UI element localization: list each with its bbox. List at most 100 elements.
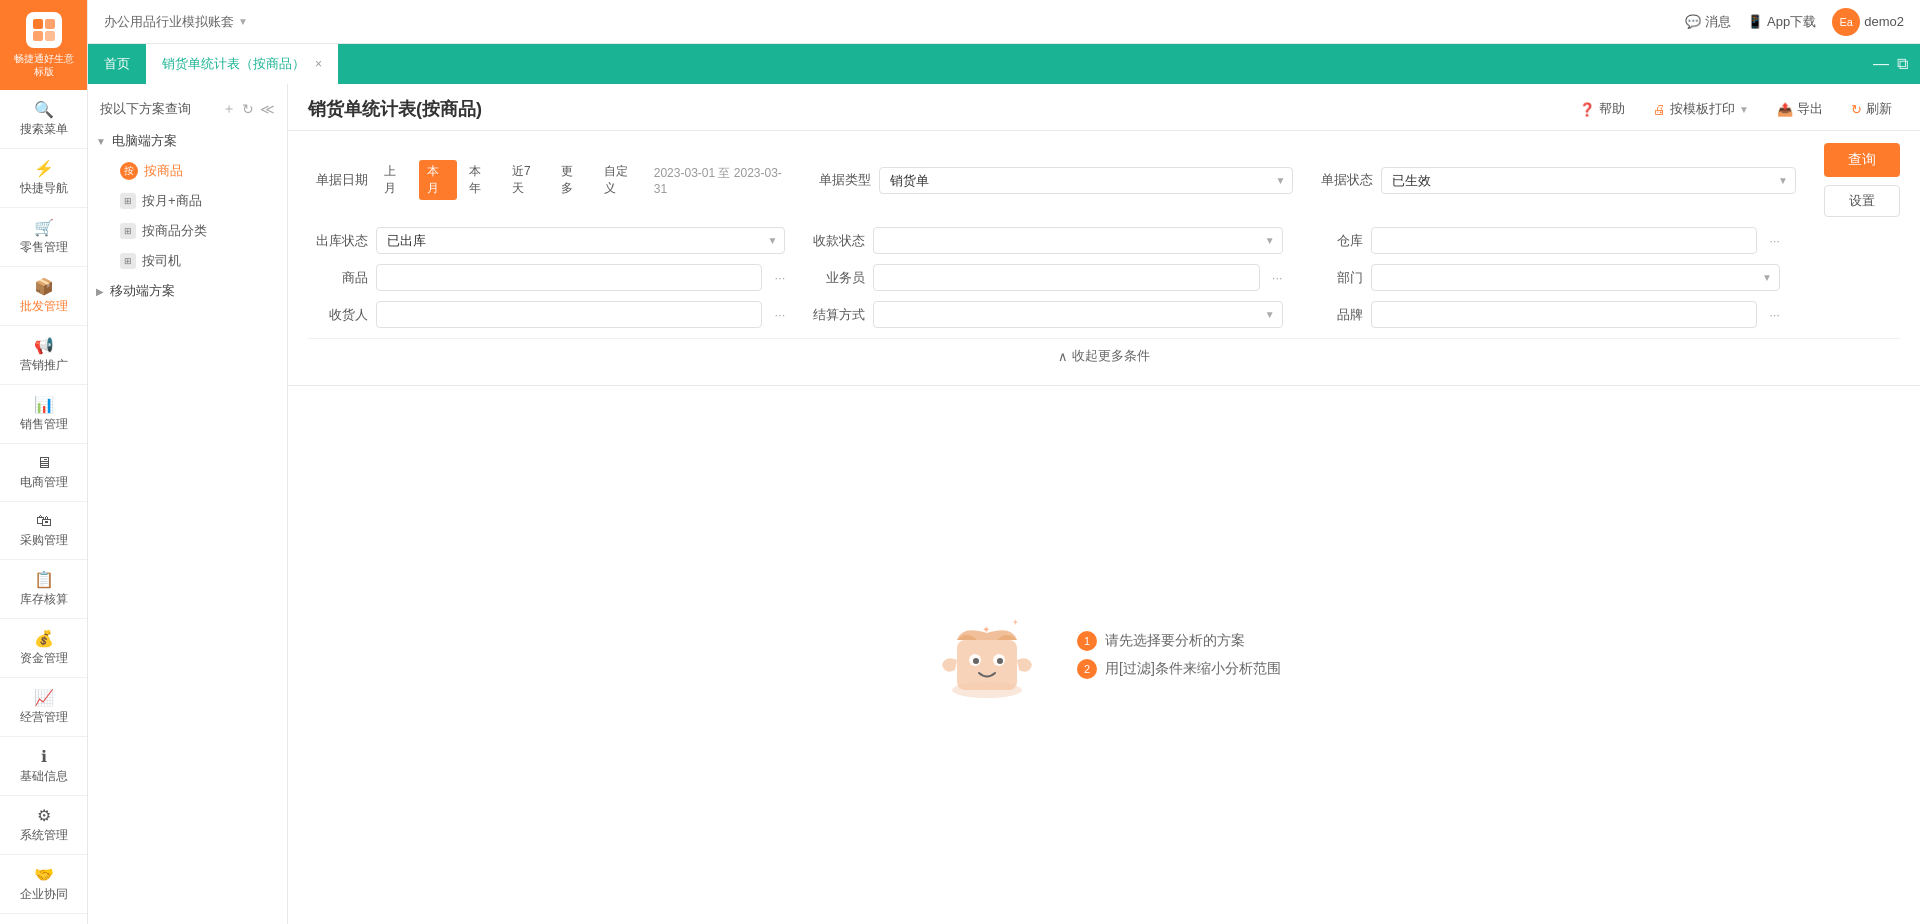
main-area: 办公用品行业模拟账套 ▼ 💬 消息 📱 App下载 Ea demo2 首页 [88,0,1920,924]
stock-dots[interactable]: ··· [1769,233,1780,248]
tree-item-pc[interactable]: ▼ 电脑端方案 [88,126,287,156]
sidebar-item-ecommerce[interactable]: 🖥 电商管理 [0,444,87,502]
sidebar-item-system[interactable]: ⚙ 系统管理 [0,796,87,855]
sidebar-item-wholesale[interactable]: 📦 批发管理 [0,267,87,326]
user-menu[interactable]: Ea demo2 [1832,8,1904,36]
receiver-dots[interactable]: ··· [774,307,785,322]
filter-settlement-cell: 结算方式 ▼ [805,301,1302,328]
sidebar-item-finance[interactable]: 💰 资金管理 [0,619,87,678]
sidebar-item-collab[interactable]: 🤝 企业协同 [0,855,87,914]
sales-icon: 📊 [34,395,54,414]
sidebar-item-search[interactable]: 🔍 搜索菜单 [0,90,87,149]
right-content: 销货单统计表(按商品) ❓ 帮助 🖨 按模板打印 ▼ 📤 导出 [288,84,1920,924]
warehouse-label: 出库状态 [308,232,368,250]
page-title-bar: 销货单统计表(按商品) ❓ 帮助 🖨 按模板打印 ▼ 📤 导出 [288,84,1920,131]
purchase-icon: 🛍 [36,512,52,530]
date-tab-7days[interactable]: 近7天 [504,160,549,200]
refresh-icon: ↻ [1851,102,1862,117]
receiver-label: 收货人 [308,306,368,324]
empty-tips: 1 请先选择要分析的方案 2 用[过滤]条件来缩小分析范围 [1077,631,1281,679]
refresh-scheme-icon[interactable]: ↻ [242,101,254,117]
settlement-select[interactable] [873,301,1282,328]
sidebar-item-finance-label: 资金管理 [20,650,68,667]
payment-label: 收款状态 [805,232,865,250]
template-print-btn[interactable]: 🖨 按模板打印 ▼ [1645,96,1757,122]
app-download-btn[interactable]: 📱 App下载 [1747,13,1816,31]
dept-select[interactable] [1371,264,1780,291]
goods-dots[interactable]: ··· [774,270,785,285]
svg-point-8 [973,658,979,664]
doctype-select[interactable]: 销货单 [879,167,1294,194]
tab-minimize-icon[interactable]: — [1873,55,1889,73]
add-scheme-icon[interactable]: ＋ [222,100,236,118]
collapse-scheme-icon[interactable]: ≪ [260,101,275,117]
empty-tip-2: 2 用[过滤]条件来缩小分析范围 [1077,659,1281,679]
svg-rect-1 [45,19,55,29]
page-actions: ❓ 帮助 🖨 按模板打印 ▼ 📤 导出 ↻ 刷新 [1571,96,1900,122]
staff-input[interactable] [873,264,1259,291]
warehouse-select[interactable]: 已出库 [376,227,785,254]
stock-input[interactable] [1371,227,1757,254]
help-btn[interactable]: ❓ 帮助 [1571,96,1633,122]
tab-sales-stats[interactable]: 销货单统计表（按商品） × [146,44,338,84]
help-icon: ❓ [1579,102,1595,117]
sidebar-item-ecommerce-label: 电商管理 [20,474,68,491]
sidebar-item-inventory[interactable]: 📋 库存核算 [0,560,87,619]
filter-stock-cell: 仓库 ··· [1303,227,1800,254]
sidebar-item-quick-nav[interactable]: ⚡ 快捷导航 [0,149,87,208]
export-icon: 📤 [1777,102,1793,117]
docstatus-label: 单据状态 [1313,171,1373,189]
date-tab-more[interactable]: 更多 [553,160,592,200]
refresh-btn[interactable]: ↻ 刷新 [1843,96,1900,122]
sidebar-item-basic[interactable]: ℹ 基础信息 [0,737,87,796]
sidebar-item-retail[interactable]: 🛒 零售管理 [0,208,87,267]
brand-dots[interactable]: ··· [1769,307,1780,322]
topbar-right: 💬 消息 📱 App下载 Ea demo2 [1685,8,1904,36]
date-tab-last-month[interactable]: 上月 [376,160,415,200]
tab-maximize-icon[interactable]: ⧉ [1897,55,1908,73]
tab-close-icon[interactable]: × [315,57,322,71]
message-btn[interactable]: 💬 消息 [1685,13,1731,31]
collab-icon: 🤝 [34,865,54,884]
page-title: 销货单统计表(按商品) [308,97,482,121]
tab-home[interactable]: 首页 [88,44,146,84]
filter-staff-cell: 业务员 ··· [805,264,1302,291]
sidebar-item-purchase-label: 采购管理 [20,532,68,549]
staff-dots[interactable]: ··· [1272,270,1283,285]
wholesale-icon: 📦 [34,277,54,296]
date-control: 上月 本月 本年 近7天 更多 自定义 2023-03-01 至 2023-03… [376,160,791,200]
docstatus-select[interactable]: 已生效 [1381,167,1796,194]
brand-input[interactable] [1371,301,1757,328]
receiver-input[interactable] [376,301,762,328]
date-tab-custom[interactable]: 自定义 [596,160,646,200]
tree-item-category[interactable]: ⊞ 按商品分类 [88,216,287,246]
left-panel-header: 按以下方案查询 ＋ ↻ ≪ [88,92,287,126]
sidebar-item-marketing[interactable]: 📢 营销推广 [0,326,87,385]
setting-button[interactable]: 设置 [1824,185,1900,217]
industry-selector[interactable]: 办公用品行业模拟账套 ▼ [104,13,248,31]
query-button[interactable]: 查询 [1824,143,1900,177]
filter-row-3: 商品 ··· 业务员 ··· 部门 [308,264,1900,291]
tree-item-mobile[interactable]: ▶ 移动端方案 [88,276,287,306]
goods-input[interactable] [376,264,762,291]
tree-item-by-goods[interactable]: 按 按商品 [88,156,287,186]
date-tab-this-month[interactable]: 本月 [419,160,458,200]
sidebar-item-purchase[interactable]: 🛍 采购管理 [0,502,87,560]
sidebar-logo[interactable]: 畅捷通好生意 标版 [0,0,87,90]
tree-item-month-goods[interactable]: ⊞ 按月+商品 [88,186,287,216]
warehouse-select-wrapper: 已出库 ▼ [376,227,785,254]
date-tab-this-year[interactable]: 本年 [461,160,500,200]
collapse-filters-btn[interactable]: ∧ 收起更多条件 [308,338,1900,373]
tree-category-icon: ⊞ [120,223,136,239]
sidebar-item-guide[interactable]: 🎯 新手引导 [0,914,87,924]
export-btn[interactable]: 📤 导出 [1769,96,1831,122]
sidebar-item-sales[interactable]: 📊 销售管理 [0,385,87,444]
filter-area: 单据日期 上月 本月 本年 近7天 更多 自定义 2023-03-01 至 20… [288,131,1920,386]
sidebar-item-basic-label: 基础信息 [20,768,68,785]
filter-docstatus-cell: 单据状态 已生效 ▼ [1313,167,1816,194]
payment-select[interactable] [873,227,1282,254]
settlement-label: 结算方式 [805,306,865,324]
filter-date-cell: 单据日期 上月 本月 本年 近7天 更多 自定义 2023-03-01 至 20… [308,160,811,200]
sidebar-item-management[interactable]: 📈 经营管理 [0,678,87,737]
tree-item-driver[interactable]: ⊞ 按司机 [88,246,287,276]
